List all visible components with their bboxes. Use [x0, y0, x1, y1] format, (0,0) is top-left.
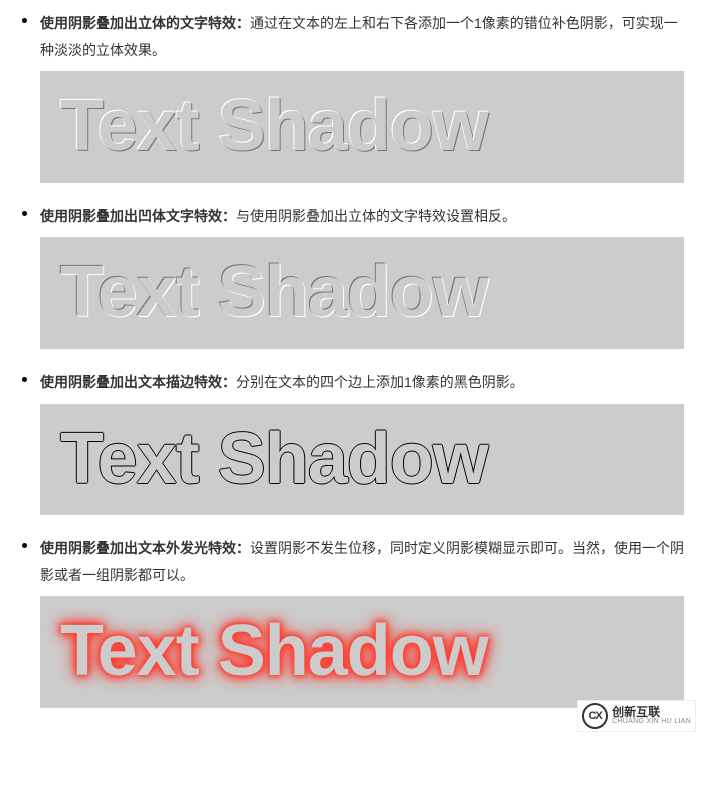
separator: ： [222, 374, 236, 390]
effect-description: 使用阴影叠加出立体的文字特效：通过在文本的左上和右下各添加一个1像素的错位补色阴… [40, 10, 684, 63]
effect-item-glow: 使用阴影叠加出文本外发光特效：设置阴影不发生位移，同时定义阴影模糊显示即可。当然… [10, 535, 684, 708]
demo-text: Text Shadow [60, 89, 664, 165]
effect-body: 与使用阴影叠加出立体的文字特效设置相反。 [236, 208, 516, 224]
separator: ： [236, 540, 250, 556]
effect-title: 使用阴影叠加出凹体文字特效 [40, 208, 222, 224]
effect-title: 使用阴影叠加出立体的文字特效 [40, 15, 236, 31]
demo-text: Text Shadow [60, 422, 664, 498]
separator: ： [236, 15, 250, 31]
effect-item-outline: 使用阴影叠加出文本描边特效：分别在文本的四个边上添加1像素的黑色阴影。 Text… [10, 369, 684, 515]
effect-body: 分别在文本的四个边上添加1像素的黑色阴影。 [236, 374, 524, 390]
effect-description: 使用阴影叠加出凹体文字特效：与使用阴影叠加出立体的文字特效设置相反。 [40, 203, 684, 230]
effects-list: 使用阴影叠加出立体的文字特效：通过在文本的左上和右下各添加一个1像素的错位补色阴… [10, 10, 684, 708]
effect-item-inset: 使用阴影叠加出凹体文字特效：与使用阴影叠加出立体的文字特效设置相反。 Text … [10, 203, 684, 349]
effect-description: 使用阴影叠加出文本描边特效：分别在文本的四个边上添加1像素的黑色阴影。 [40, 369, 684, 396]
demo-text: Text Shadow [60, 614, 664, 690]
brand-en: CHUANG XIN HU LIAN [612, 718, 691, 725]
demo-box-raised: Text Shadow [40, 71, 684, 183]
demo-text: Text Shadow [60, 255, 664, 331]
effect-title: 使用阴影叠加出文本描边特效 [40, 374, 222, 390]
brand-mark: CX [582, 703, 608, 729]
brand-text: 创新互联 CHUANG XIN HU LIAN [612, 706, 691, 725]
effect-description: 使用阴影叠加出文本外发光特效：设置阴影不发生位移，同时定义阴影模糊显示即可。当然… [40, 535, 684, 588]
brand-logo: CX 创新互联 CHUANG XIN HU LIAN [577, 700, 696, 732]
separator: ： [222, 208, 236, 224]
effect-title: 使用阴影叠加出文本外发光特效 [40, 540, 236, 556]
demo-box-outline: Text Shadow [40, 404, 684, 516]
demo-box-glow: Text Shadow [40, 596, 684, 708]
brand-cn: 创新互联 [612, 706, 691, 718]
demo-box-inset: Text Shadow [40, 237, 684, 349]
effect-item-raised: 使用阴影叠加出立体的文字特效：通过在文本的左上和右下各添加一个1像素的错位补色阴… [10, 10, 684, 183]
